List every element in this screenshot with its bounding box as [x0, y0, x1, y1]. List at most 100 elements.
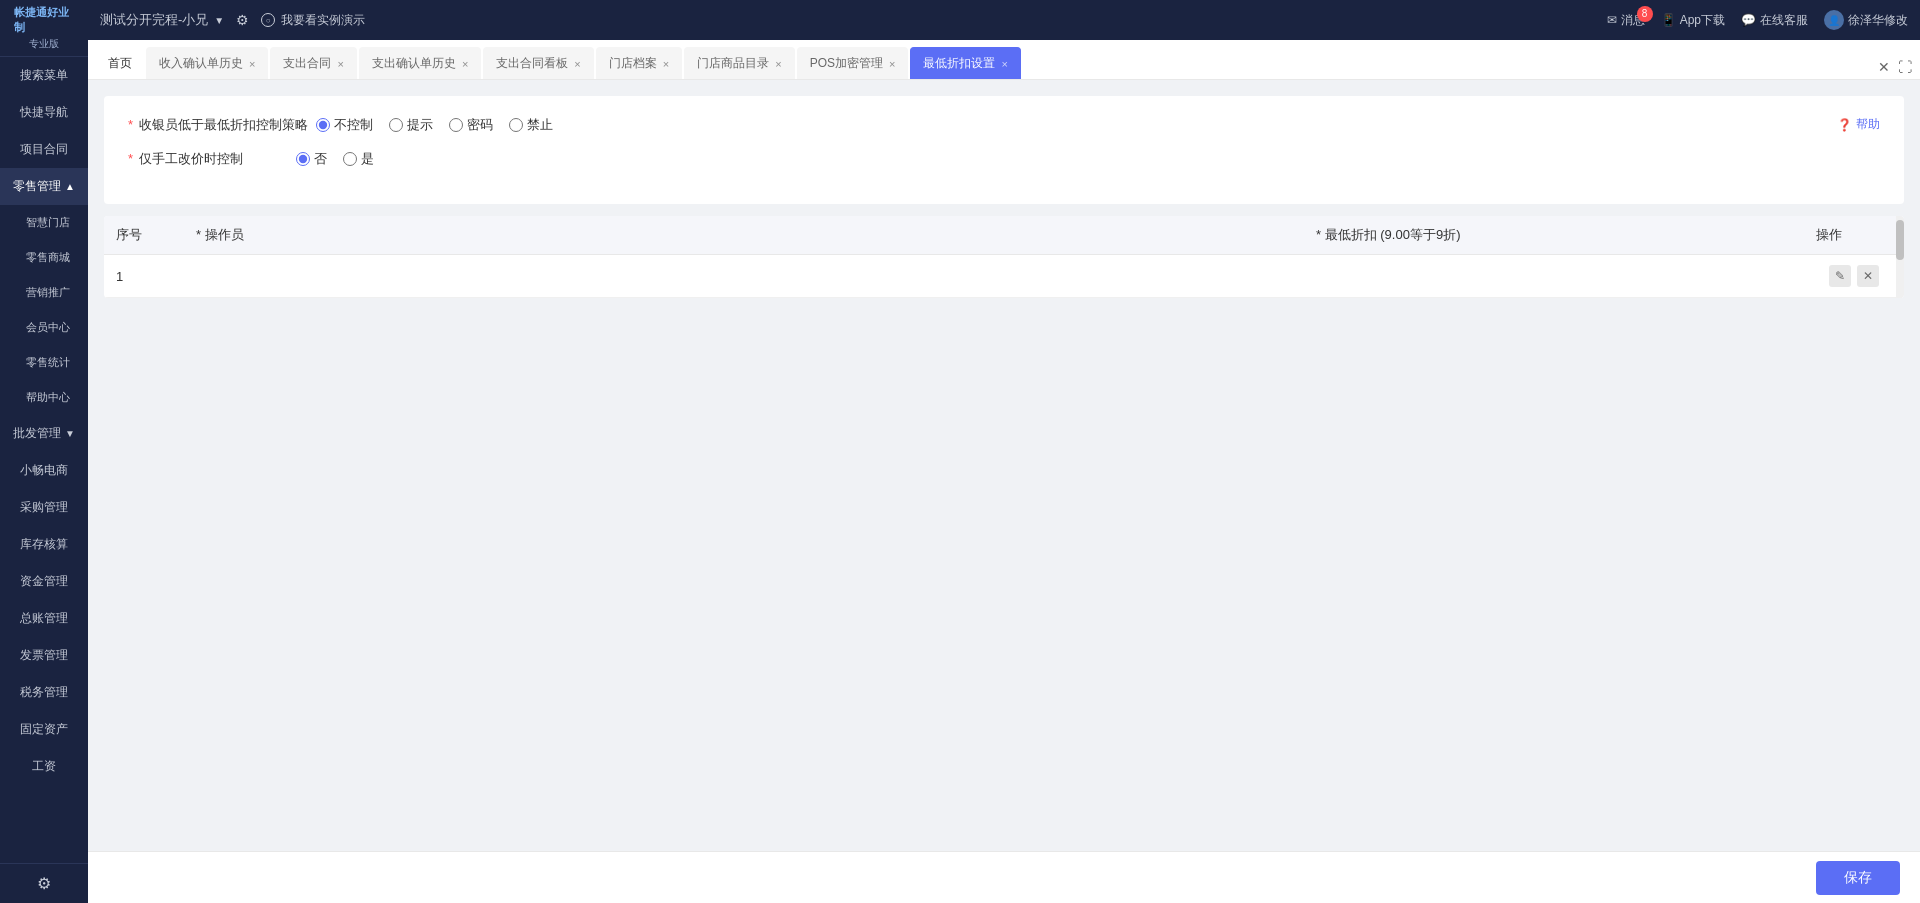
- topbar-app-download-button[interactable]: 📱 App下载: [1661, 12, 1725, 29]
- th-action: 操作: [1804, 216, 1904, 255]
- table-row: 1: [104, 255, 1904, 298]
- tab-store-goods[interactable]: 门店商品目录 ×: [684, 47, 794, 79]
- radio-hint[interactable]: 提示: [389, 116, 433, 134]
- tab-income-confirm[interactable]: 收入确认单历史 ×: [146, 47, 268, 79]
- topbar-settings-icon[interactable]: ⚙: [236, 12, 249, 28]
- sidebar-item-salary[interactable]: 工资: [0, 748, 88, 785]
- avatar: 👤: [1824, 10, 1844, 30]
- sidebar-item-label: 智慧门店: [26, 215, 70, 230]
- topbar-message-button[interactable]: ✉ 消息 8: [1607, 12, 1645, 29]
- sidebar-item-label: 零售管理: [13, 178, 61, 195]
- sidebar-item-member[interactable]: 会员中心: [0, 310, 88, 345]
- sidebar-item-smart-store[interactable]: 智慧门店: [0, 205, 88, 240]
- sidebar-item-assets[interactable]: 固定资产: [0, 711, 88, 748]
- sidebar-item-label: 小畅电商: [20, 462, 68, 479]
- tab-payment-contract[interactable]: 支出合同 ×: [270, 47, 356, 79]
- delete-row-button[interactable]: ✕: [1857, 265, 1879, 287]
- radio-input-hint[interactable]: [389, 118, 403, 132]
- sidebar-item-invoice[interactable]: 发票管理: [0, 637, 88, 674]
- sidebar-item-label: 帮助中心: [26, 390, 70, 405]
- radio-label: 是: [361, 150, 374, 168]
- save-button[interactable]: 保存: [1816, 861, 1900, 895]
- sidebar-item-project[interactable]: 项目合同: [0, 131, 88, 168]
- close-icon[interactable]: ×: [574, 58, 580, 70]
- cell-index: 1: [104, 255, 184, 298]
- radio-input-password[interactable]: [449, 118, 463, 132]
- sidebar-item-help[interactable]: 帮助中心: [0, 380, 88, 415]
- sidebar-item-label: 零售商城: [26, 250, 70, 265]
- cell-operator[interactable]: [184, 255, 1304, 298]
- topbar-demo-button[interactable]: ○ 我要看实例演示: [261, 12, 365, 29]
- topbar-online-service-button[interactable]: 💬 在线客服: [1741, 12, 1808, 29]
- topbar-user-profile[interactable]: 👤 徐泽华修改: [1824, 10, 1908, 30]
- help-label: 帮助: [1856, 116, 1880, 133]
- topbar-right-section: ✉ 消息 8 📱 App下载 💬 在线客服 👤 徐泽华修改: [1607, 10, 1908, 30]
- sidebar-item-label: 快捷导航: [20, 104, 68, 121]
- required-star: *: [128, 117, 133, 132]
- radio-label: 禁止: [527, 116, 553, 134]
- logo-text: 帐捷通好业制: [14, 5, 74, 35]
- close-icon[interactable]: ×: [663, 58, 669, 70]
- tab-payment-confirm[interactable]: 支出确认单历史 ×: [359, 47, 481, 79]
- sidebar-item-retail-stats[interactable]: 零售统计: [0, 345, 88, 380]
- radio-password[interactable]: 密码: [449, 116, 493, 134]
- sidebar-item-label: 库存核算: [20, 536, 68, 553]
- radio-no-control[interactable]: 不控制: [316, 116, 373, 134]
- sidebar-item-shortcut[interactable]: 快捷导航: [0, 94, 88, 131]
- app-download-label: App下载: [1680, 12, 1725, 29]
- radio-label: 密码: [467, 116, 493, 134]
- radio-forbid[interactable]: 禁止: [509, 116, 553, 134]
- sidebar-item-capital[interactable]: 资金管理: [0, 563, 88, 600]
- main-area: 测试分开完程-小兄 ▼ ⚙ ○ 我要看实例演示 ✉ 消息 8 📱 App下载 💬…: [88, 0, 1920, 903]
- close-icon[interactable]: ×: [1001, 58, 1007, 70]
- app-download-icon: 📱: [1661, 13, 1676, 27]
- th-discount: * 最低折扣 (9.00等于9折): [1304, 216, 1804, 255]
- close-icon[interactable]: ×: [337, 58, 343, 70]
- tab-store-archive[interactable]: 门店档案 ×: [596, 47, 682, 79]
- vertical-scrollbar[interactable]: [1896, 216, 1904, 298]
- sidebar-item-ledger[interactable]: 总账管理: [0, 600, 88, 637]
- table-header: 序号 * 操作员 * 最低折扣 (9.00等于9折): [104, 216, 1904, 255]
- edit-row-button[interactable]: ✎: [1829, 265, 1851, 287]
- radio-input-no-control[interactable]: [316, 118, 330, 132]
- tab-home[interactable]: 首页: [96, 47, 144, 79]
- sidebar-item-purchase[interactable]: 采购管理: [0, 489, 88, 526]
- sidebar-item-label: 营销推广: [26, 285, 70, 300]
- sidebar-settings-button[interactable]: ⚙: [0, 863, 88, 903]
- sidebar-item-label: 总账管理: [20, 610, 68, 627]
- tab-label: POS加密管理: [810, 55, 883, 72]
- help-link[interactable]: ❓ 帮助: [1837, 116, 1880, 133]
- sidebar-item-marketing[interactable]: 营销推广: [0, 275, 88, 310]
- message-badge: 8: [1637, 6, 1653, 22]
- cell-discount[interactable]: [1304, 255, 1804, 298]
- tab-label: 支出合同: [283, 55, 331, 72]
- tab-payment-board[interactable]: 支出合同看板 ×: [483, 47, 593, 79]
- radio-input-no[interactable]: [296, 152, 310, 166]
- tab-label: 支出确认单历史: [372, 55, 456, 72]
- tab-label: 收入确认单历史: [159, 55, 243, 72]
- radio-no[interactable]: 否: [296, 150, 327, 168]
- sidebar-item-search[interactable]: 搜索菜单: [0, 57, 88, 94]
- scrollbar-thumb[interactable]: [1896, 220, 1904, 260]
- sidebar-item-ecommerce[interactable]: 小畅电商: [0, 452, 88, 489]
- radio-input-forbid[interactable]: [509, 118, 523, 132]
- sidebar-item-retail-mall[interactable]: 零售商城: [0, 240, 88, 275]
- close-icon[interactable]: ×: [775, 58, 781, 70]
- maximize-tab-icon[interactable]: ⛶: [1898, 59, 1912, 75]
- sidebar-item-tax[interactable]: 税务管理: [0, 674, 88, 711]
- radio-yes[interactable]: 是: [343, 150, 374, 168]
- close-icon[interactable]: ×: [462, 58, 468, 70]
- topbar-project-selector[interactable]: 测试分开完程-小兄 ▼: [100, 11, 224, 29]
- tab-label: 最低折扣设置: [923, 55, 995, 72]
- sidebar-item-wholesale[interactable]: 批发管理 ▼: [0, 415, 88, 452]
- close-icon[interactable]: ×: [249, 58, 255, 70]
- tab-min-discount[interactable]: 最低折扣设置 ×: [910, 47, 1020, 79]
- radio-input-yes[interactable]: [343, 152, 357, 166]
- tabs-bar: 首页 收入确认单历史 × 支出合同 × 支出确认单历史 × 支出合同看板 × 门…: [88, 40, 1920, 80]
- close-tab-icon[interactable]: ✕: [1878, 59, 1890, 75]
- tab-pos-password[interactable]: POS加密管理 ×: [797, 47, 909, 79]
- radio-label: 不控制: [334, 116, 373, 134]
- close-icon[interactable]: ×: [889, 58, 895, 70]
- sidebar-item-inventory[interactable]: 库存核算: [0, 526, 88, 563]
- sidebar-item-retail[interactable]: 零售管理 ▲: [0, 168, 88, 205]
